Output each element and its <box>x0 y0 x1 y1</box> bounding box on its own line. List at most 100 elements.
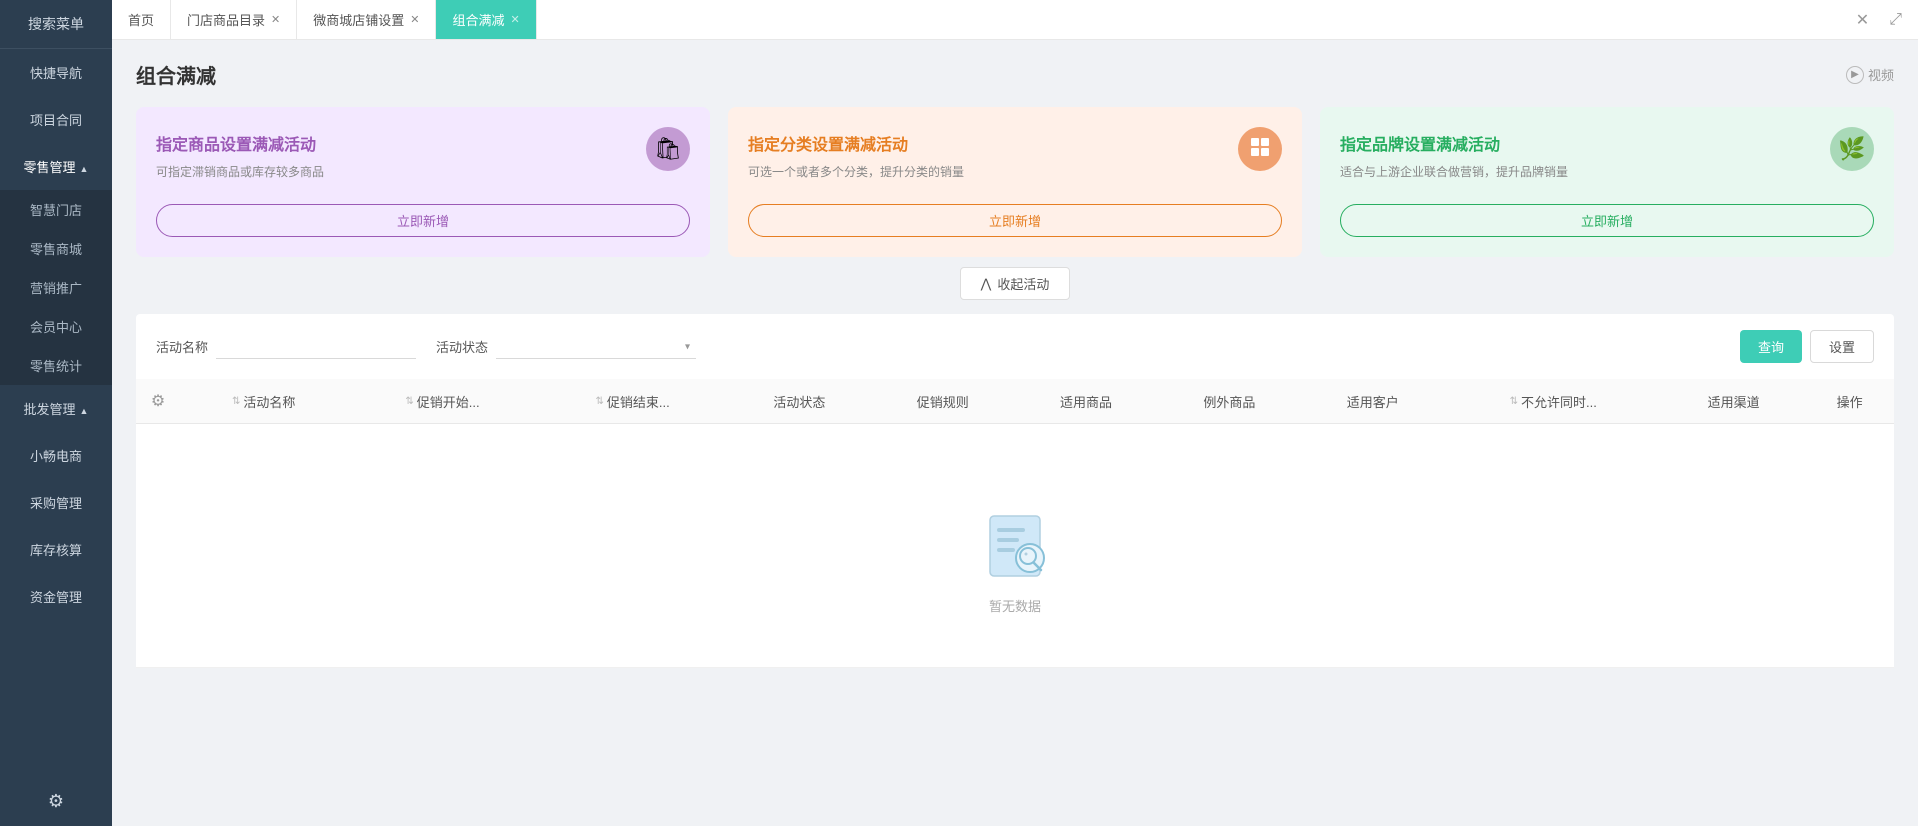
promo-card-category: 指定分类设置满减活动 可选一个或者多个分类，提升分类的销量 立即新增 <box>728 107 1302 257</box>
tab-wechat-store-label: 微商城店铺设置 <box>313 10 404 29</box>
th-promo-start-label: ⇅ 促销开始... <box>405 392 479 411</box>
table-header-row: ⚙ ⇅ 活动名称 ⇅ 促销开始.. <box>136 379 1894 424</box>
sidebar-item-purchase-mgmt[interactable]: 采购管理 <box>0 479 112 526</box>
video-label: 视频 <box>1868 65 1894 84</box>
sidebar-item-wholesale-mgmt[interactable]: 批发管理 <box>0 385 112 432</box>
empty-state-text: 暂无数据 <box>989 596 1041 615</box>
th-activity-status: 活动状态 <box>728 379 871 424</box>
video-link[interactable]: ▶ 视频 <box>1846 65 1894 84</box>
tab-wechat-store[interactable]: 微商城店铺设置 ✕ <box>297 0 436 39</box>
expand-window-btn[interactable]: ⤢ <box>1883 9 1908 31</box>
filter-table-container: 活动名称 活动状态 进行中 未开始 已结束 ▾ <box>136 314 1894 668</box>
brand-card-icon: 🌿 <box>1830 127 1874 171</box>
th-applicable-customer: 适用客户 <box>1301 379 1444 424</box>
leaf-icon: 🌿 <box>1838 136 1865 162</box>
sort-icon-promo-end: ⇅ <box>596 396 604 407</box>
grid-icon <box>1249 136 1271 163</box>
collapse-bar: ⋀ 收起活动 <box>136 257 1894 314</box>
filter-row: 活动名称 活动状态 进行中 未开始 已结束 ▾ <box>136 314 1894 379</box>
table-container: ⚙ ⇅ 活动名称 ⇅ 促销开始.. <box>136 379 1894 668</box>
sort-icon-activity-name: ⇅ <box>232 396 240 407</box>
sidebar-subitem-smart-store[interactable]: 智慧门店 <box>0 190 112 229</box>
sidebar-item-fund-mgmt[interactable]: 资金管理 <box>0 573 112 620</box>
sidebar-subitem-retail-stats[interactable]: 零售统计 <box>0 346 112 385</box>
page-content: 组合满减 ▶ 视频 🛍 指定商品设置满减活动 可指定滞销商品或库存较多商品 立即… <box>112 40 1918 826</box>
tab-store-catalog-close[interactable]: ✕ <box>271 13 280 26</box>
promo-cards: 🛍 指定商品设置满减活动 可指定滞销商品或库存较多商品 立即新增 <box>136 107 1894 257</box>
bag-icon: 🛍 <box>654 136 682 162</box>
sidebar-item-inventory[interactable]: 库存核算 <box>0 526 112 573</box>
gear-icon: ⚙ <box>151 393 165 410</box>
filter-activity-status: 活动状态 进行中 未开始 已结束 ▾ <box>436 335 696 359</box>
empty-state: 暂无数据 <box>144 436 1886 655</box>
play-icon: ▶ <box>1846 66 1864 84</box>
activity-status-select[interactable]: 进行中 未开始 已结束 <box>496 335 696 359</box>
product-card-title: 指定商品设置满减活动 <box>156 131 690 155</box>
sort-icon-concurrent: ⇅ <box>1510 396 1518 407</box>
collapse-activities-btn[interactable]: ⋀ 收起活动 <box>960 267 1071 300</box>
empty-state-row: 暂无数据 <box>136 424 1894 668</box>
category-card-add-btn[interactable]: 立即新增 <box>748 204 1282 237</box>
activity-status-select-wrapper: 进行中 未开始 已结束 ▾ <box>496 335 696 359</box>
product-card-add-btn[interactable]: 立即新增 <box>156 204 690 237</box>
main-area: 首页 门店商品目录 ✕ 微商城店铺设置 ✕ 组合满减 ✕ ✕ ⤢ 组合满减 ▶ … <box>112 0 1918 826</box>
tab-home-label: 首页 <box>128 10 154 29</box>
sidebar-item-project-contract[interactable]: 项目合同 <box>0 96 112 143</box>
collapse-icon: ⋀ <box>981 276 992 292</box>
collapse-label: 收起活动 <box>997 274 1049 293</box>
sidebar-search[interactable]: 搜索菜单 <box>0 0 112 49</box>
query-btn[interactable]: 查询 <box>1740 330 1802 363</box>
activity-name-label: 活动名称 <box>156 337 208 356</box>
settings-icon: ⚙ <box>48 791 64 811</box>
tab-combo-discount-close[interactable]: ✕ <box>511 13 520 26</box>
table-body: 暂无数据 <box>136 424 1894 668</box>
tab-combo-discount-label: 组合满减 <box>452 10 504 29</box>
brand-card-title: 指定品牌设置满减活动 <box>1340 131 1874 155</box>
th-promo-rules: 促销规则 <box>871 379 1014 424</box>
th-promo-start[interactable]: ⇅ 促销开始... <box>347 379 537 424</box>
close-window-btn[interactable]: ✕ <box>1850 8 1875 32</box>
sidebar-subitem-retail-mall[interactable]: 零售商城 <box>0 229 112 268</box>
sidebar-subitem-member-center[interactable]: 会员中心 <box>0 307 112 346</box>
product-card-desc: 可指定滞销商品或库存较多商品 <box>156 163 690 188</box>
tab-bar: 首页 门店商品目录 ✕ 微商城店铺设置 ✕ 组合满减 ✕ ✕ ⤢ <box>112 0 1918 40</box>
sort-icon-promo-start: ⇅ <box>405 396 413 407</box>
sidebar-item-quick-nav[interactable]: 快捷导航 <box>0 49 112 96</box>
activity-name-input[interactable] <box>216 335 416 359</box>
tab-store-catalog[interactable]: 门店商品目录 ✕ <box>171 0 297 39</box>
activity-status-label: 活动状态 <box>436 337 488 356</box>
th-not-allow-concurrent-label: ⇅ 不允许同时... <box>1510 392 1597 411</box>
sidebar-item-xiaochange[interactable]: 小畅电商 <box>0 432 112 479</box>
promo-card-product: 🛍 指定商品设置满减活动 可指定滞销商品或库存较多商品 立即新增 <box>136 107 710 257</box>
th-promo-end-label: ⇅ 促销结束... <box>596 392 670 411</box>
tab-combo-discount[interactable]: 组合满减 ✕ <box>436 0 536 39</box>
th-activity-name-label: ⇅ 活动名称 <box>232 392 295 411</box>
sidebar-settings[interactable]: ⚙ <box>0 777 112 826</box>
page-title: 组合满减 <box>136 60 216 89</box>
category-card-desc: 可选一个或者多个分类，提升分类的销量 <box>748 163 1282 188</box>
empty-state-cell: 暂无数据 <box>136 424 1894 668</box>
sidebar-item-retail-mgmt[interactable]: 零售管理 <box>0 143 112 190</box>
th-activity-name[interactable]: ⇅ 活动名称 <box>180 379 347 424</box>
brand-card-add-btn[interactable]: 立即新增 <box>1340 204 1874 237</box>
th-exception-goods: 例外商品 <box>1158 379 1301 424</box>
settings-btn[interactable]: 设置 <box>1810 330 1874 363</box>
th-applicable-channel: 适用渠道 <box>1662 379 1805 424</box>
product-card-icon: 🛍 <box>646 127 690 171</box>
sidebar-subitem-marketing[interactable]: 营销推广 <box>0 268 112 307</box>
tab-bar-actions: ✕ ⤢ <box>1850 8 1918 32</box>
filter-actions: 查询 设置 <box>1740 330 1874 363</box>
empty-illustration-icon <box>965 496 1065 596</box>
brand-card-desc: 适合与上游企业联合做营销，提升品牌销量 <box>1340 163 1874 188</box>
th-actions: 操作 <box>1805 379 1894 424</box>
tab-home[interactable]: 首页 <box>112 0 171 39</box>
th-promo-end[interactable]: ⇅ 促销结束... <box>538 379 728 424</box>
page-header: 组合满减 ▶ 视频 <box>136 60 1894 89</box>
sidebar: 搜索菜单 快捷导航 项目合同 零售管理 智慧门店 零售商城 营销推广 会员中心 … <box>0 0 112 826</box>
tab-store-catalog-label: 门店商品目录 <box>187 10 265 29</box>
th-gear[interactable]: ⚙ <box>136 379 180 424</box>
promo-card-brand: 🌿 指定品牌设置满减活动 适合与上游企业联合做营销，提升品牌销量 立即新增 <box>1320 107 1894 257</box>
tab-wechat-store-close[interactable]: ✕ <box>410 13 419 26</box>
th-not-allow-concurrent[interactable]: ⇅ 不允许同时... <box>1444 379 1662 424</box>
category-card-icon <box>1238 127 1282 171</box>
